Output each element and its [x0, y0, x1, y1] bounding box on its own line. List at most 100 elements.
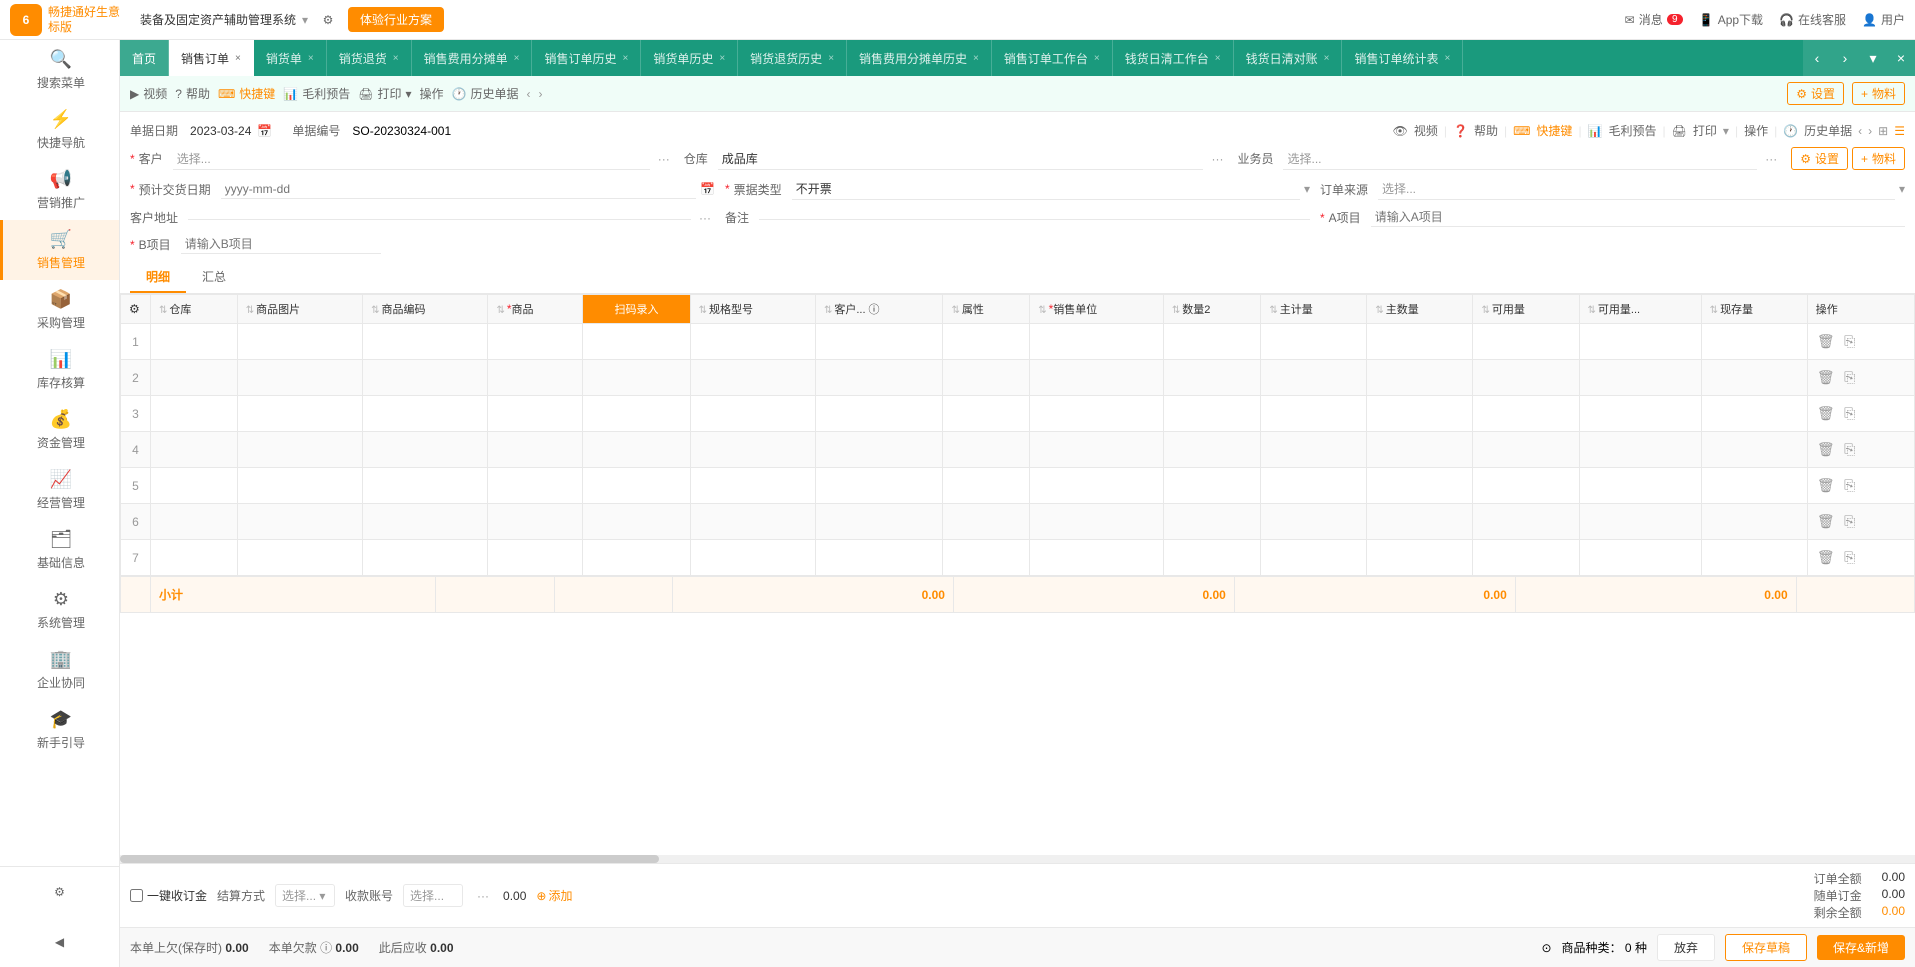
tab-order-history[interactable]: 销售订单历史 × [532, 40, 641, 76]
operate-button[interactable]: 操作 [420, 85, 444, 102]
row-attribute[interactable] [943, 468, 1030, 504]
settings-icon[interactable]: ⚙ [318, 10, 338, 30]
row-main-qty[interactable] [1367, 324, 1473, 360]
row-spec[interactable] [690, 468, 815, 504]
row-product-code[interactable] [363, 360, 488, 396]
row-product-code[interactable] [363, 468, 488, 504]
address-more-icon[interactable]: ··· [695, 211, 715, 225]
row-product-code[interactable] [363, 432, 488, 468]
row-product[interactable] [488, 504, 583, 540]
sidebar-item-finance[interactable]: 💰 资金管理 [0, 400, 119, 460]
save-draft-button[interactable]: 保存草稿 [1725, 934, 1807, 961]
order-source-input[interactable]: 选择... [1378, 178, 1895, 200]
sidebar-item-quick-nav[interactable]: ⚡ 快捷导航 [0, 100, 119, 160]
row-attribute[interactable] [943, 396, 1030, 432]
warehouse-more-icon[interactable]: ··· [1207, 152, 1227, 166]
add-payment-button[interactable]: ⊕ 添加 [536, 887, 572, 904]
help-icon-2[interactable]: ❓ [1453, 124, 1468, 138]
delete-icon[interactable]: 🗑 [1816, 548, 1836, 568]
row-customer-code[interactable] [815, 396, 943, 432]
salesperson-more-icon[interactable]: ··· [1761, 152, 1781, 166]
tab-close-all-button[interactable]: × [1887, 40, 1915, 76]
row-main-qty[interactable] [1367, 396, 1473, 432]
app-download-button[interactable]: 📱 App下载 [1699, 11, 1763, 28]
tab-expense-history[interactable]: 销售费用分摊单历史 × [847, 40, 992, 76]
row-main-unit[interactable] [1261, 504, 1367, 540]
row-qty2[interactable] [1163, 432, 1261, 468]
row-qty2[interactable] [1163, 396, 1261, 432]
copy-icon[interactable]: ⎘ [1840, 368, 1860, 388]
tab-sales-invoice[interactable]: 销货单 × [254, 40, 327, 76]
row-customer-code[interactable] [815, 432, 943, 468]
sidebar-item-marketing[interactable]: 📢 营销推广 [0, 160, 119, 220]
horizontal-scrollbar[interactable] [120, 855, 1915, 863]
dropdown-arrow-icon[interactable]: ▾ [302, 13, 308, 27]
row-qty2[interactable] [1163, 540, 1261, 576]
customer-address-input[interactable] [188, 215, 691, 220]
row-customer-code[interactable] [815, 360, 943, 396]
row-attribute[interactable] [943, 540, 1030, 576]
tab-next-button[interactable]: › [1831, 40, 1859, 76]
row-product[interactable] [488, 360, 583, 396]
copy-icon[interactable]: ⎘ [1840, 440, 1860, 460]
bank-account-select[interactable]: 选择... [403, 884, 463, 907]
col-settings-header[interactable]: ⚙ [121, 295, 151, 324]
user-menu-button[interactable]: 👤 用户 [1862, 11, 1905, 28]
row-attribute[interactable] [943, 324, 1030, 360]
row-main-unit[interactable] [1261, 396, 1367, 432]
tab-cash-workbench[interactable]: 钱货日清工作台 × [1113, 40, 1234, 76]
salesperson-input[interactable]: 选择... [1283, 148, 1757, 170]
payment-method-select[interactable]: 选择... ▾ [275, 884, 335, 907]
print-button[interactable]: 🖨 打印 ▾ [358, 85, 411, 102]
row-main-unit[interactable] [1261, 468, 1367, 504]
row-qty2[interactable] [1163, 468, 1261, 504]
row-main-unit[interactable] [1261, 432, 1367, 468]
sidebar-item-sales[interactable]: 🛒 销售管理 [0, 220, 119, 280]
tab-expense-split[interactable]: 销售费用分摊单 × [412, 40, 533, 76]
calendar-icon[interactable]: 📅 [257, 124, 272, 138]
quick-order-checkbox[interactable]: 一键收订金 [130, 887, 207, 904]
tab-home[interactable]: 首页 [120, 40, 169, 76]
tab-close-sales-summary[interactable]: × [1444, 53, 1450, 64]
copy-icon[interactable]: ⎘ [1840, 512, 1860, 532]
copy-icon[interactable]: ⎘ [1840, 476, 1860, 496]
online-service-button[interactable]: 🎧 在线客服 [1779, 11, 1846, 28]
eye-icon[interactable]: 👁 [1393, 124, 1408, 138]
row-main-unit[interactable] [1261, 324, 1367, 360]
row-sales-unit[interactable] [1030, 324, 1164, 360]
row-product-code[interactable] [363, 540, 488, 576]
tab-close-expense-split[interactable]: × [514, 53, 520, 64]
tab-order-workbench[interactable]: 销售订单工作台 × [992, 40, 1113, 76]
add-field-button[interactable]: + 物料 [1852, 82, 1905, 105]
row-spec[interactable] [690, 324, 815, 360]
shortcut-icon-2[interactable]: ⌨ [1513, 124, 1530, 138]
row-main-qty[interactable] [1367, 360, 1473, 396]
tab-sales-return[interactable]: 销货退货 × [327, 40, 412, 76]
row-sales-unit[interactable] [1030, 504, 1164, 540]
row-product-code[interactable] [363, 324, 488, 360]
message-button[interactable]: ✉ 消息 9 [1625, 11, 1683, 28]
row-qty2[interactable] [1163, 504, 1261, 540]
row-warehouse[interactable] [151, 396, 238, 432]
row-product[interactable] [488, 468, 583, 504]
delivery-date-input[interactable] [221, 180, 696, 199]
row-attribute[interactable] [943, 432, 1030, 468]
tab-sales-summary[interactable]: 销售订单统计表 × [1342, 40, 1463, 76]
row-spec[interactable] [690, 360, 815, 396]
save-new-button[interactable]: 保存&新增 [1817, 935, 1905, 960]
calendar-icon-2[interactable]: 📅 [700, 182, 715, 196]
bank-dots-icon[interactable]: ··· [473, 889, 493, 903]
customer-more-icon[interactable]: ··· [654, 152, 674, 166]
shortcut-button[interactable]: ⌨ 快捷键 [218, 85, 275, 102]
tab-more-button[interactable]: ▾ [1859, 40, 1887, 76]
sidebar-item-system[interactable]: ⚙ 系统管理 [0, 580, 119, 640]
row-main-unit[interactable] [1261, 540, 1367, 576]
profit-icon-2[interactable]: 📊 [1588, 124, 1603, 138]
dropdown-icon-2[interactable]: ▾ [1899, 182, 1905, 196]
row-spec[interactable] [690, 396, 815, 432]
tab-close-return-history[interactable]: × [828, 53, 834, 64]
row-product-code[interactable] [363, 396, 488, 432]
b-project-input[interactable] [181, 235, 381, 254]
delete-icon[interactable]: 🗑 [1816, 332, 1836, 352]
row-qty2[interactable] [1163, 324, 1261, 360]
